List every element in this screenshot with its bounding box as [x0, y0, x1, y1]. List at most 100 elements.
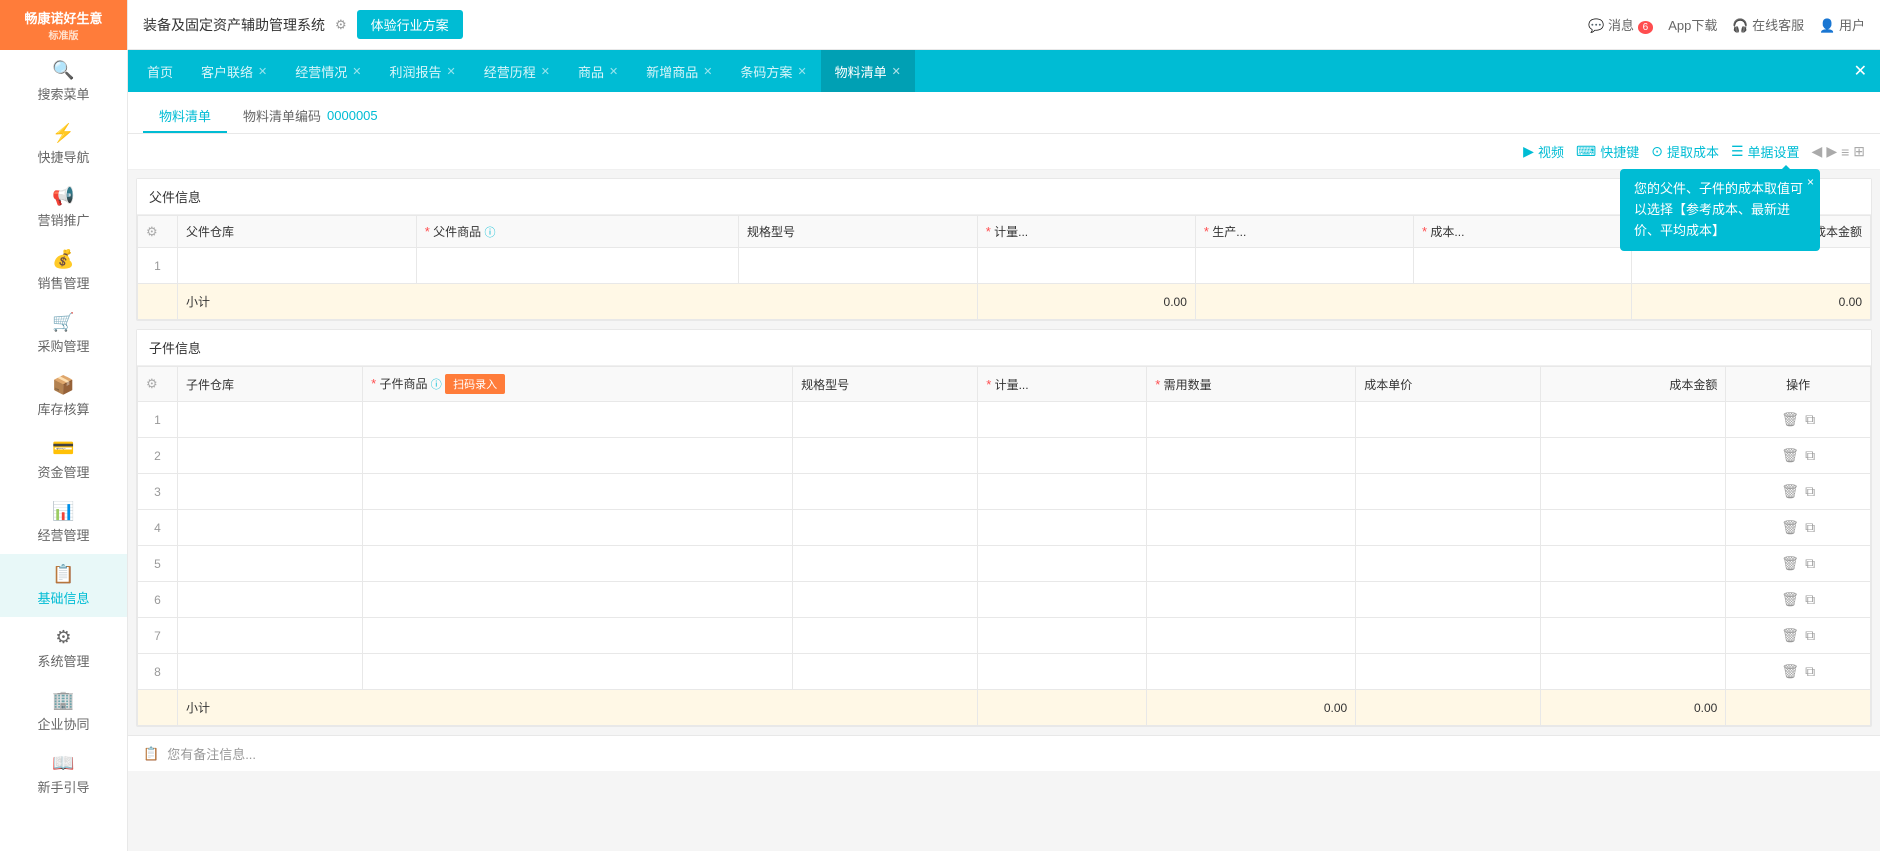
nav-next-icon[interactable]: ▶: [1826, 143, 1837, 160]
child-unit-1[interactable]: [978, 438, 1147, 474]
child-warehouse-6[interactable]: [178, 618, 363, 654]
nav-tab-close-2[interactable]: ✕: [352, 65, 361, 78]
child-req-qty-6[interactable]: [1147, 618, 1356, 654]
sidebar-item-purchase[interactable]: 🛒采购管理: [0, 302, 127, 365]
delete-icon-1[interactable]: 🗑: [1781, 447, 1799, 464]
delete-icon-0[interactable]: 🗑: [1781, 411, 1799, 428]
nav-tab-5[interactable]: 商品✕: [564, 50, 632, 92]
nav-tab-3[interactable]: 利润报告✕: [375, 50, 469, 92]
nav-tab-close-4[interactable]: ✕: [541, 65, 550, 78]
expand-icon[interactable]: ⊞: [1853, 143, 1865, 160]
delete-icon-6[interactable]: 🗑: [1781, 627, 1799, 644]
sub-tab-bill-list[interactable]: 物料清单: [143, 100, 227, 133]
parent-production-cell[interactable]: [1195, 248, 1413, 284]
child-warehouse-1[interactable]: [178, 438, 363, 474]
child-product-1[interactable]: [363, 438, 793, 474]
nav-prev-icon[interactable]: ◀: [1812, 143, 1823, 160]
child-unit-cost-2[interactable]: [1356, 474, 1541, 510]
sidebar-item-guide[interactable]: 📖新手引导: [0, 743, 127, 806]
child-product-2[interactable]: [363, 474, 793, 510]
child-unit-2[interactable]: [978, 474, 1147, 510]
sidebar-item-quick-nav[interactable]: ⚡快捷导航: [0, 113, 127, 176]
nav-close-icon[interactable]: ✕: [1854, 61, 1867, 81]
child-spec-7[interactable]: [793, 654, 978, 690]
delete-icon-2[interactable]: 🗑: [1781, 483, 1799, 500]
child-warehouse-4[interactable]: [178, 546, 363, 582]
nav-tab-6[interactable]: 新增商品✕: [632, 50, 726, 92]
delete-icon-7[interactable]: 🗑: [1781, 663, 1799, 680]
child-unit-cost-5[interactable]: [1356, 582, 1541, 618]
child-spec-6[interactable]: [793, 618, 978, 654]
child-req-qty-0[interactable]: [1147, 402, 1356, 438]
sidebar-item-enterprise[interactable]: 🏢企业协同: [0, 680, 127, 743]
experience-btn[interactable]: 体验行业方案: [357, 10, 463, 39]
child-unit-cost-4[interactable]: [1356, 546, 1541, 582]
sidebar-item-basic-info[interactable]: 📋基础信息: [0, 554, 127, 617]
parent-warehouse-cell[interactable]: [178, 248, 417, 284]
delete-icon-3[interactable]: 🗑: [1781, 519, 1799, 536]
child-req-qty-7[interactable]: [1147, 654, 1356, 690]
child-product-0[interactable]: [363, 402, 793, 438]
child-unit-cost-6[interactable]: [1356, 618, 1541, 654]
copy-icon-5[interactable]: ⧉: [1805, 591, 1815, 608]
copy-icon-2[interactable]: ⧉: [1805, 483, 1815, 500]
copy-icon-0[interactable]: ⧉: [1805, 411, 1815, 428]
child-req-qty-5[interactable]: [1147, 582, 1356, 618]
child-product-6[interactable]: [363, 618, 793, 654]
child-product-5[interactable]: [363, 582, 793, 618]
child-unit-cost-0[interactable]: [1356, 402, 1541, 438]
delete-icon-4[interactable]: 🗑: [1781, 555, 1799, 572]
scan-btn[interactable]: 扫码录入: [445, 374, 505, 394]
child-unit-0[interactable]: [978, 402, 1147, 438]
child-req-qty-4[interactable]: [1147, 546, 1356, 582]
message-icon[interactable]: 💬 消息 6: [1588, 15, 1653, 34]
nav-tab-8[interactable]: 物料清单✕: [821, 50, 915, 92]
parent-product-cell[interactable]: [416, 248, 738, 284]
child-unit-cost-3[interactable]: [1356, 510, 1541, 546]
copy-icon-6[interactable]: ⧉: [1805, 627, 1815, 644]
nav-tab-close-1[interactable]: ✕: [258, 65, 267, 78]
child-req-qty-1[interactable]: [1147, 438, 1356, 474]
child-spec-3[interactable]: [793, 510, 978, 546]
delete-icon-5[interactable]: 🗑: [1781, 591, 1799, 608]
view-btn[interactable]: ▶ 视频: [1523, 142, 1564, 161]
shortcut-btn[interactable]: ⌨ 快捷键: [1576, 142, 1639, 161]
child-spec-4[interactable]: [793, 546, 978, 582]
child-warehouse-0[interactable]: [178, 402, 363, 438]
child-unit-5[interactable]: [978, 582, 1147, 618]
child-warehouse-5[interactable]: [178, 582, 363, 618]
extract-cost-btn[interactable]: ⊙ 提取成本: [1651, 142, 1719, 161]
sidebar-item-system[interactable]: ⚙系统管理: [0, 617, 127, 680]
child-col-settings[interactable]: ⚙: [138, 367, 178, 402]
sub-tab-bill-code[interactable]: 物料清单编码 0000005: [227, 100, 394, 133]
sidebar-item-sales[interactable]: 💰销售管理: [0, 239, 127, 302]
nav-tab-close-3[interactable]: ✕: [447, 65, 456, 78]
nav-tab-1[interactable]: 客户联络✕: [187, 50, 281, 92]
child-unit-3[interactable]: [978, 510, 1147, 546]
parent-col-settings[interactable]: ⚙: [138, 216, 178, 248]
copy-icon-4[interactable]: ⧉: [1805, 555, 1815, 572]
child-warehouse-2[interactable]: [178, 474, 363, 510]
child-unit-4[interactable]: [978, 546, 1147, 582]
child-spec-1[interactable]: [793, 438, 978, 474]
child-spec-5[interactable]: [793, 582, 978, 618]
copy-icon-3[interactable]: ⧉: [1805, 519, 1815, 536]
sidebar-item-marketing[interactable]: 📢营销推广: [0, 176, 127, 239]
child-spec-2[interactable]: [793, 474, 978, 510]
child-warehouse-7[interactable]: [178, 654, 363, 690]
nav-tab-7[interactable]: 条码方案✕: [726, 50, 820, 92]
tooltip-close-btn[interactable]: ×: [1807, 173, 1814, 192]
nav-tab-4[interactable]: 经营历程✕: [470, 50, 564, 92]
nav-tab-2[interactable]: 经营情况✕: [281, 50, 375, 92]
child-spec-0[interactable]: [793, 402, 978, 438]
parent-unit-cell[interactable]: [977, 248, 1195, 284]
copy-icon-1[interactable]: ⧉: [1805, 447, 1815, 464]
sidebar-item-search[interactable]: 🔍搜索菜单: [0, 50, 127, 113]
child-product-7[interactable]: [363, 654, 793, 690]
parent-cost-cell[interactable]: [1414, 248, 1632, 284]
app-download[interactable]: App下载: [1668, 15, 1717, 34]
nav-tab-close-6[interactable]: ✕: [703, 65, 712, 78]
nav-tab-close-7[interactable]: ✕: [797, 65, 806, 78]
nav-tab-close-5[interactable]: ✕: [609, 65, 618, 78]
online-service[interactable]: 🎧 在线客服: [1732, 15, 1804, 34]
